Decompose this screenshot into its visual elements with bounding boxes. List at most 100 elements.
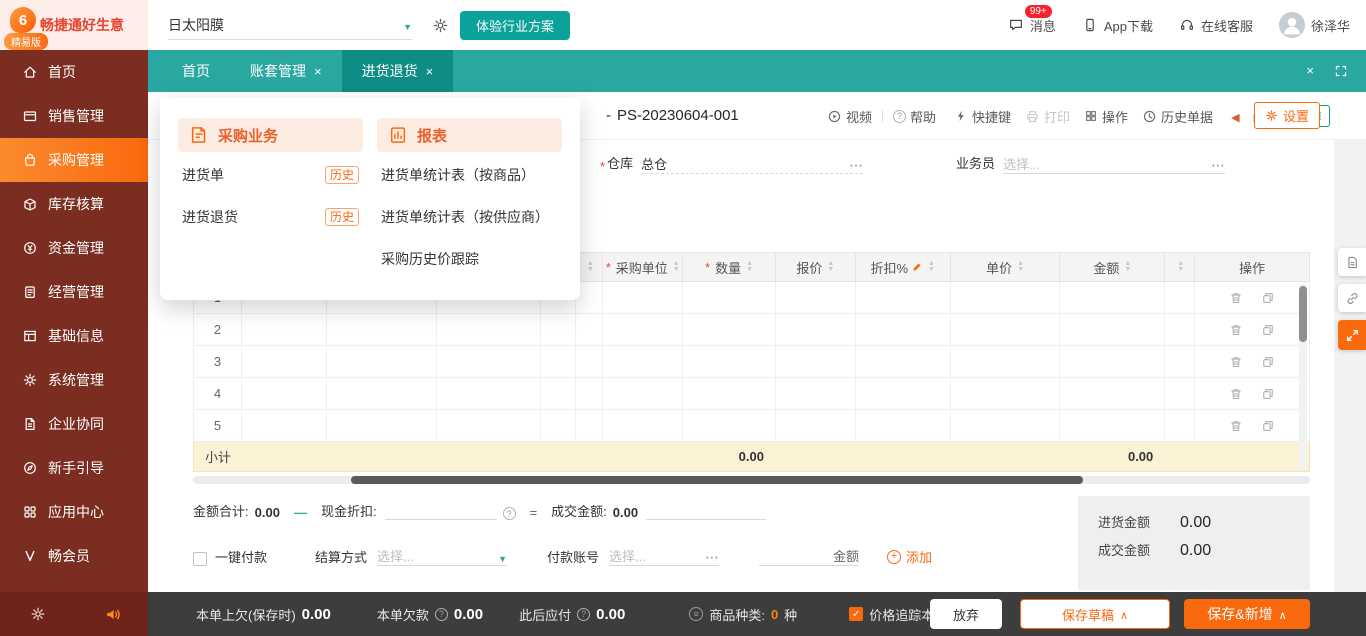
table-cell[interactable]	[1060, 410, 1165, 441]
table-cell[interactable]	[576, 346, 603, 377]
copy-icon[interactable]	[1261, 355, 1275, 369]
history-badge[interactable]: 历史	[325, 208, 359, 226]
sidebar-item-guide[interactable]: 新手引导	[0, 446, 148, 490]
table-cell[interactable]	[603, 282, 683, 313]
table-cell[interactable]	[856, 378, 951, 409]
float-expand-button[interactable]	[1338, 320, 1366, 350]
vertical-scrollbar[interactable]	[1299, 284, 1307, 470]
price-track-checkbox[interactable]	[849, 607, 863, 621]
table-cell[interactable]	[683, 314, 776, 345]
sidebar-item-home[interactable]: 首页	[0, 50, 148, 94]
horizontal-scrollbar[interactable]	[193, 476, 1310, 484]
vertical-scrollbar-thumb[interactable]	[1299, 286, 1307, 342]
delete-icon[interactable]	[1229, 291, 1243, 305]
user-menu[interactable]: 徐泽华	[1279, 12, 1350, 38]
table-cell[interactable]	[683, 346, 776, 377]
fullscreen-icon[interactable]	[1334, 64, 1348, 78]
table-cell[interactable]	[576, 410, 603, 441]
help-circle-icon[interactable]	[435, 608, 448, 621]
table-cell[interactable]	[327, 410, 437, 441]
table-cell[interactable]	[951, 314, 1061, 345]
cash-discount-input[interactable]	[385, 500, 497, 520]
help-button[interactable]: 帮助	[893, 107, 936, 126]
table-cell[interactable]	[1165, 378, 1195, 409]
actions-button[interactable]: 操作	[1084, 107, 1128, 126]
warehouse-field[interactable]: * 仓库 总仓	[600, 154, 863, 174]
col-header-amount[interactable]: 金额	[1060, 253, 1165, 281]
col-header-unit-price[interactable]: 单价	[951, 253, 1061, 281]
table-cell[interactable]	[856, 282, 951, 313]
close-icon[interactable]	[426, 63, 434, 79]
gear-icon[interactable]	[432, 17, 449, 34]
table-cell[interactable]	[541, 410, 576, 441]
trial-button[interactable]: 体验行业方案	[460, 11, 570, 40]
sidebar-item-app-center[interactable]: 应用中心	[0, 490, 148, 534]
save-draft-button[interactable]: 保存草稿	[1020, 599, 1170, 629]
sidebar-item-system[interactable]: 系统管理	[0, 358, 148, 402]
sidebar-item-operations[interactable]: 经营管理	[0, 270, 148, 314]
table-cell[interactable]	[951, 346, 1061, 377]
history-badge[interactable]: 历史	[325, 166, 359, 184]
table-cell[interactable]	[1165, 346, 1195, 377]
table-cell[interactable]	[1165, 314, 1195, 345]
copy-icon[interactable]	[1261, 291, 1275, 305]
warehouse-input[interactable]: 总仓	[641, 154, 863, 174]
table-cell[interactable]	[776, 282, 856, 313]
gear-icon[interactable]	[30, 606, 46, 622]
close-icon[interactable]	[314, 63, 322, 79]
tab-purchase-return[interactable]: 进货退货	[342, 50, 454, 92]
one-click-pay-checkbox[interactable]	[193, 552, 207, 566]
table-cell[interactable]	[242, 314, 327, 345]
tab-home[interactable]: 首页	[162, 50, 230, 92]
table-cell[interactable]	[1060, 314, 1165, 345]
table-cell[interactable]	[776, 346, 856, 377]
table-cell[interactable]	[683, 410, 776, 441]
col-header[interactable]	[576, 253, 603, 281]
table-cell[interactable]	[242, 346, 327, 377]
table-cell[interactable]	[437, 378, 542, 409]
sidebar-item-purchase[interactable]: 采购管理	[0, 138, 148, 182]
more-icon[interactable]	[705, 550, 719, 565]
table-cell[interactable]	[1060, 282, 1165, 313]
table-cell[interactable]	[1060, 378, 1165, 409]
copy-icon[interactable]	[1261, 387, 1275, 401]
table-cell[interactable]	[576, 314, 603, 345]
shortcuts-button[interactable]: 快捷键	[954, 107, 1011, 126]
table-cell[interactable]	[856, 410, 951, 441]
col-header-discount[interactable]: 折扣%	[856, 253, 951, 281]
table-cell[interactable]	[776, 314, 856, 345]
pay-account-select[interactable]: 选择...	[609, 546, 719, 566]
batch-edit-icon[interactable]	[911, 261, 923, 273]
deal-amount-input[interactable]	[646, 500, 766, 520]
menu-item-purchase-order[interactable]: 进货单 历史	[178, 156, 363, 194]
float-link-button[interactable]	[1338, 284, 1366, 312]
float-form-button[interactable]	[1338, 248, 1366, 276]
table-cell[interactable]	[327, 346, 437, 377]
copy-icon[interactable]	[1261, 419, 1275, 433]
table-cell[interactable]	[951, 378, 1061, 409]
table-cell[interactable]	[951, 410, 1061, 441]
menu-item-price-history[interactable]: 采购历史价跟踪	[377, 240, 562, 278]
save-and-new-button[interactable]: 保存&新增	[1184, 599, 1310, 629]
col-header-quantity[interactable]: * 数量	[683, 253, 776, 281]
table-cell[interactable]	[1060, 346, 1165, 377]
table-cell[interactable]	[683, 378, 776, 409]
print-button[interactable]: 打印	[1025, 107, 1070, 126]
table-cell[interactable]	[327, 314, 437, 345]
table-cell[interactable]	[437, 346, 542, 377]
salesman-input[interactable]: 选择...	[1003, 154, 1225, 174]
table-cell[interactable]	[1165, 282, 1195, 313]
table-cell[interactable]	[242, 410, 327, 441]
table-cell[interactable]	[541, 378, 576, 409]
help-circle-icon[interactable]	[577, 608, 590, 621]
table-cell[interactable]	[576, 282, 603, 313]
abandon-button[interactable]: 放弃	[930, 599, 1002, 629]
table-cell[interactable]	[603, 410, 683, 441]
table-cell[interactable]	[603, 378, 683, 409]
prev-document-button[interactable]	[1231, 109, 1239, 124]
menu-item-stats-by-supplier[interactable]: 进货单统计表（按供应商）	[377, 198, 562, 236]
close-icon[interactable]	[1306, 62, 1314, 80]
table-cell[interactable]	[603, 346, 683, 377]
account-select[interactable]: 日太阳膜	[168, 10, 412, 40]
sidebar-item-sales[interactable]: 销售管理	[0, 94, 148, 138]
